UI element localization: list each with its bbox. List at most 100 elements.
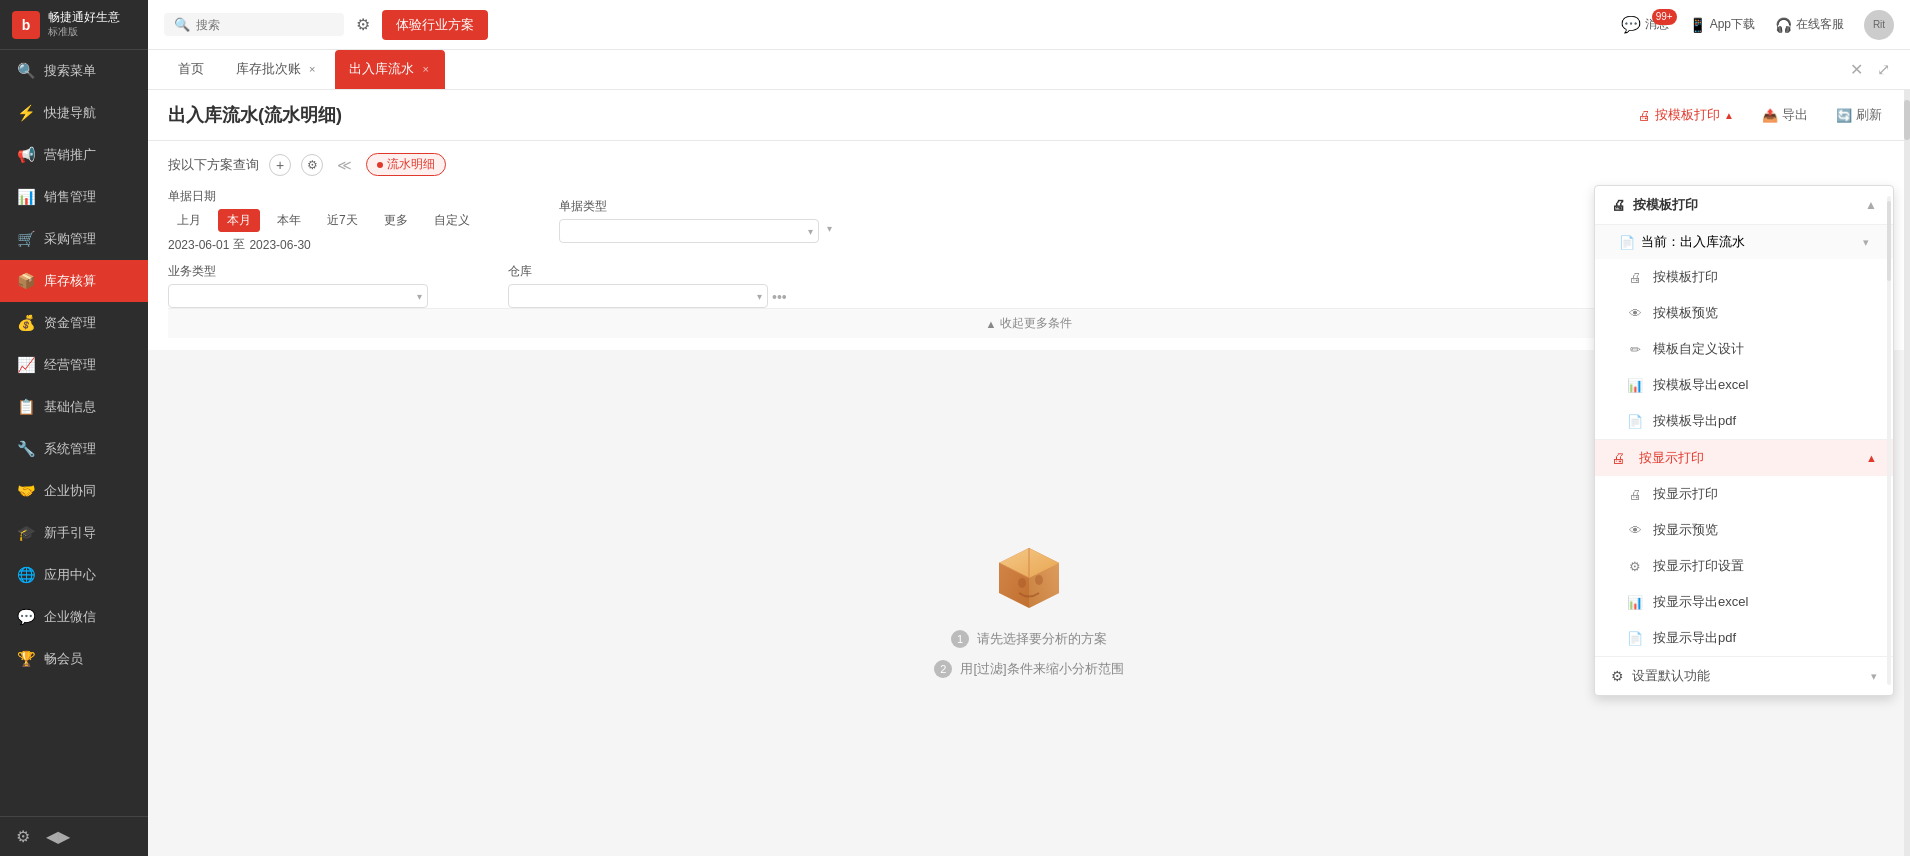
dropdown-display-settings[interactable]: ⚙ 按显示打印设置 (1595, 548, 1893, 584)
sidebar-item-collab[interactable]: 🤝 企业协同 (0, 470, 148, 512)
biz-type-select-wrap (168, 284, 428, 308)
sidebar-item-purchase[interactable]: 🛒 采购管理 (0, 218, 148, 260)
filter-tag-active[interactable]: 流水明细 (366, 153, 446, 176)
type-select[interactable] (559, 219, 819, 243)
filter-collapse-button[interactable]: ≪ (333, 157, 356, 173)
dropdown-footer-text: 设置默认功能 (1632, 667, 1710, 685)
dropdown-display-excel[interactable]: 📊 按显示导出excel (1595, 584, 1893, 620)
tab-flow-close[interactable]: × (420, 63, 430, 75)
sidebar-collapse-icon[interactable]: ◀▶ (46, 827, 70, 846)
dropdown-scrollbar-thumb[interactable] (1887, 201, 1891, 281)
display-section-label: 按显示打印 (1639, 449, 1704, 467)
refresh-button[interactable]: 🔄 刷新 (1828, 102, 1890, 128)
tab-batch-close[interactable]: × (307, 63, 317, 75)
warehouse-select[interactable] (508, 284, 768, 308)
dropdown-display-section-header[interactable]: 🖨 按显示打印 ▲ (1595, 440, 1893, 476)
display-print-label: 按显示打印 (1653, 485, 1718, 503)
topbar-message[interactable]: 💬 消息 99+ (1621, 15, 1669, 34)
dropdown-footer[interactable]: ⚙ 设置默认功能 ▾ (1595, 656, 1893, 695)
dropdown-title: 🖨 按模板打印 (1611, 196, 1698, 214)
current-template-label: 📄 当前：出入库流水 (1619, 233, 1745, 251)
filter-type-field: 单据类型 ▾ (559, 198, 832, 243)
headset-icon: 🎧 (1775, 17, 1792, 33)
funds-icon: 💰 (16, 313, 36, 333)
right-scrollbar-thumb[interactable] (1904, 100, 1910, 140)
sidebar-item-wechat[interactable]: 💬 企业微信 (0, 596, 148, 638)
dropdown-scrollbar[interactable] (1887, 196, 1891, 685)
dropdown-template-pdf[interactable]: 📄 按模板导出pdf (1595, 403, 1893, 439)
avatar-text: Rit (1873, 19, 1885, 30)
sidebar-item-funds[interactable]: 💰 资金管理 (0, 302, 148, 344)
date-btn-last-month[interactable]: 上月 (168, 209, 210, 232)
sales-icon: 📊 (16, 187, 36, 207)
pdf-item-icon: 📄 (1627, 413, 1643, 429)
filter-settings-button[interactable]: ⚙ (301, 154, 323, 176)
dropdown-template-print[interactable]: 🖨 按模板打印 (1595, 259, 1893, 295)
date-btn-more[interactable]: 更多 (375, 209, 417, 232)
dropdown-sub-arrow[interactable]: ▾ (1863, 236, 1869, 249)
sidebar-item-appcenter[interactable]: 🌐 应用中心 (0, 554, 148, 596)
type-expand-icon[interactable]: ▾ (827, 219, 832, 234)
tag-dot (377, 162, 383, 168)
filter-date-field: 单据日期 上月 本月 本年 近7天 更多 自定义 2023-06-01 至 20… (168, 188, 479, 253)
sidebar-item-quick[interactable]: ⚡ 快捷导航 (0, 92, 148, 134)
settings-default-icon: ⚙ (1611, 668, 1624, 684)
sidebar-item-system[interactable]: 🔧 系统管理 (0, 428, 148, 470)
dropdown-template-excel[interactable]: 📊 按模板导出excel (1595, 367, 1893, 403)
print-template-button[interactable]: 🖨 按模板打印 ▲ (1630, 102, 1742, 128)
dropdown-display-print[interactable]: 🖨 按显示打印 (1595, 476, 1893, 512)
date-btn-this-month[interactable]: 本月 (218, 209, 260, 232)
sidebar-nav: 🔍 搜索菜单 ⚡ 快捷导航 📢 营销推广 📊 销售管理 🛒 采购管理 📦 库存核… (0, 50, 148, 816)
date-to-value: 2023-06-30 (249, 238, 310, 252)
display-preview-label: 按显示预览 (1653, 521, 1718, 539)
right-scrollbar[interactable] (1904, 90, 1910, 856)
sidebar-item-operation[interactable]: 📈 经营管理 (0, 344, 148, 386)
industry-solution-button[interactable]: 体验行业方案 (382, 10, 488, 40)
user-avatar[interactable]: Rit (1864, 10, 1894, 40)
sidebar-item-guide[interactable]: 🎓 新手引导 (0, 512, 148, 554)
dropdown-header-chevron[interactable]: ▲ (1865, 198, 1877, 212)
sidebar-item-marketing[interactable]: 📢 营销推广 (0, 134, 148, 176)
dropdown-template-preview[interactable]: 👁 按模板预览 (1595, 295, 1893, 331)
sidebar-item-basic[interactable]: 📋 基础信息 (0, 386, 148, 428)
biz-type-select[interactable] (168, 284, 428, 308)
tab-flow[interactable]: 出入库流水 × (335, 50, 444, 89)
footer-chevron-icon[interactable]: ▾ (1871, 670, 1877, 683)
topbar-gear-icon[interactable]: ⚙ (356, 15, 370, 34)
dropdown-display-preview[interactable]: 👁 按显示预览 (1595, 512, 1893, 548)
dropdown-footer-label: ⚙ 设置默认功能 (1611, 667, 1710, 685)
sidebar-logo: b 畅捷通好生意 标准版 (0, 0, 148, 50)
type-select-section: ▾ (559, 219, 832, 243)
topbar-online-service[interactable]: 🎧 在线客服 (1775, 16, 1844, 33)
date-btn-7days[interactable]: 近7天 (318, 209, 367, 232)
date-btn-custom[interactable]: 自定义 (425, 209, 479, 232)
app-download-label: App下载 (1710, 16, 1755, 33)
sidebar-settings-icon[interactable]: ⚙ (16, 827, 30, 846)
sidebar-item-search[interactable]: 🔍 搜索菜单 (0, 50, 148, 92)
date-btn-this-year[interactable]: 本年 (268, 209, 310, 232)
appcenter-icon: 🌐 (16, 565, 36, 585)
tab-batch[interactable]: 库存批次账 × (222, 50, 331, 89)
sidebar-item-inventory[interactable]: 📦 库存核算 (0, 260, 148, 302)
display-preview-icon: 👁 (1627, 522, 1643, 538)
export-button[interactable]: 📤 导出 (1754, 102, 1816, 128)
purchase-icon: 🛒 (16, 229, 36, 249)
vip-icon: 🏆 (16, 649, 36, 669)
sidebar-item-vip[interactable]: 🏆 畅会员 (0, 638, 148, 680)
warehouse-dots[interactable]: ••• (772, 287, 787, 305)
sidebar-item-sales[interactable]: 📊 销售管理 (0, 176, 148, 218)
filter-add-button[interactable]: + (269, 154, 291, 176)
print-item-icon: 🖨 (1627, 269, 1643, 285)
dropdown-sub-header: 📄 当前：出入库流水 ▾ (1595, 225, 1893, 259)
topbar-app-download[interactable]: 📱 App下载 (1689, 16, 1755, 33)
tabbar-close-button[interactable]: ✕ (1846, 58, 1867, 81)
topbar-search-box[interactable]: 🔍 (164, 13, 344, 36)
search-input[interactable] (196, 18, 316, 32)
dropdown-template-design[interactable]: ✏ 模板自定义设计 (1595, 331, 1893, 367)
tab-home[interactable]: 首页 (164, 50, 218, 89)
tabbar-expand-button[interactable]: ⤢ (1873, 58, 1894, 81)
template-excel-label: 按模板导出excel (1653, 376, 1748, 394)
design-item-icon: ✏ (1627, 341, 1643, 357)
dropdown-display-pdf[interactable]: 📄 按显示导出pdf (1595, 620, 1893, 656)
content-area: 出入库流水(流水明细) 🖨 按模板打印 ▲ 📤 导出 🔄 刷新 (148, 90, 1910, 856)
